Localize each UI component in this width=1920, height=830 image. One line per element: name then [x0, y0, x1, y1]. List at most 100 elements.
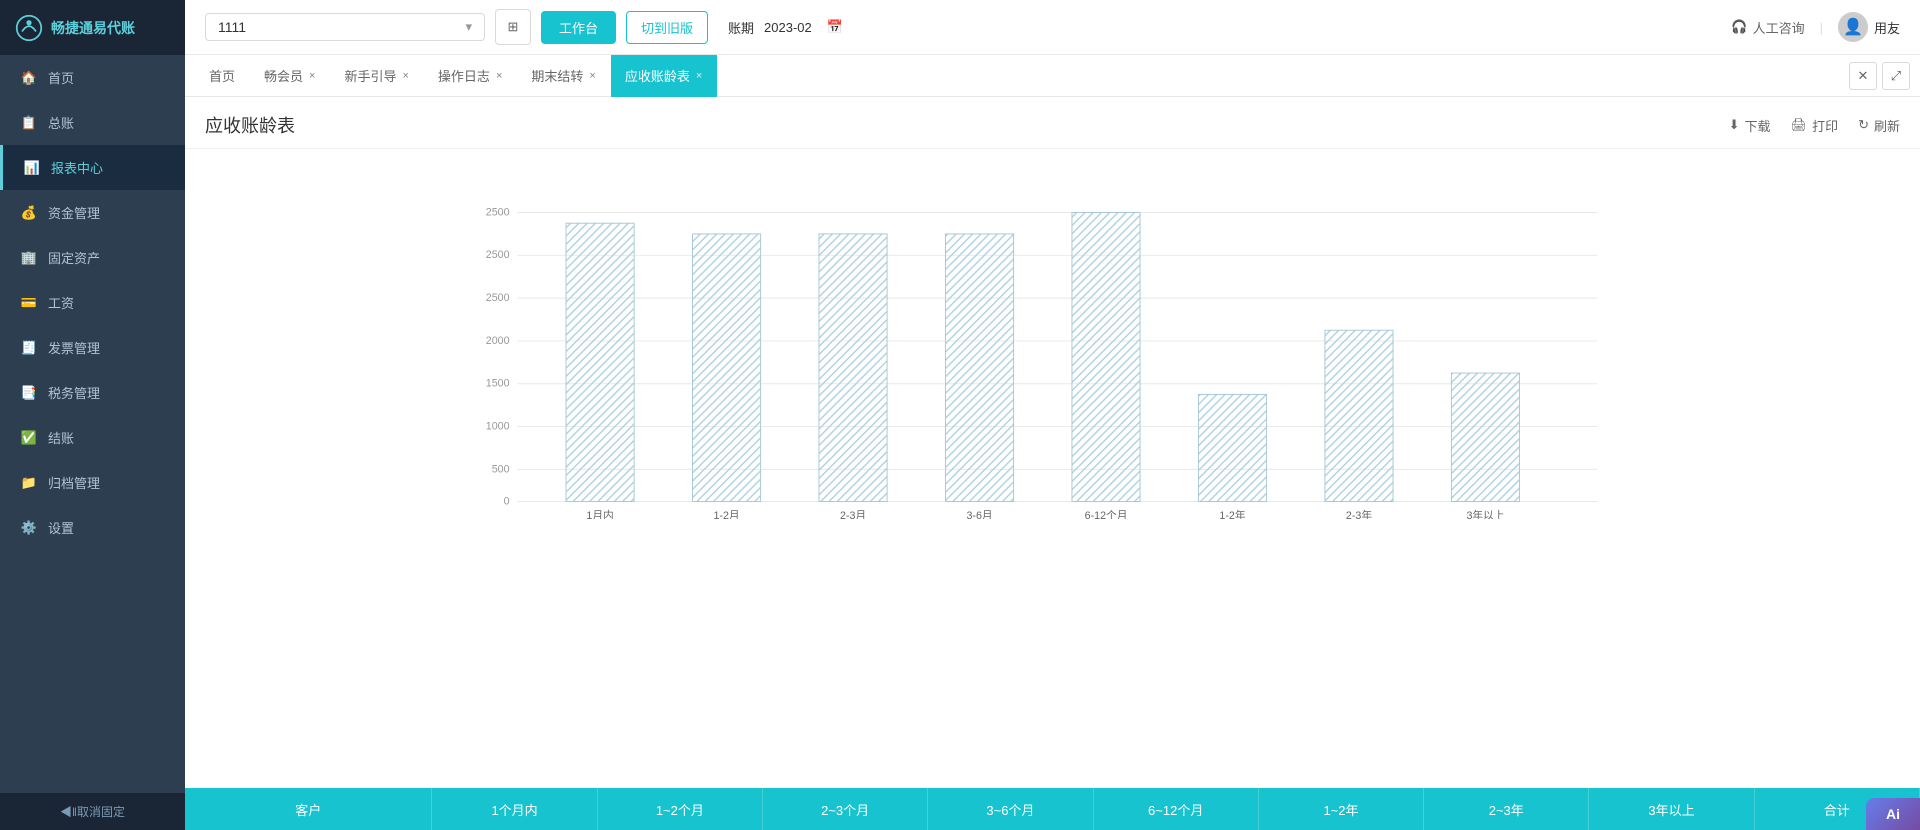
tab-close-oplog[interactable]: × — [496, 70, 502, 82]
tabs-bar: 首页畅会员×新手引导×操作日志×期末结转×应收账龄表× ✕ ⤢ — [185, 55, 1920, 97]
bar-3年以上 — [1451, 373, 1519, 501]
svg-text:1-2年: 1-2年 — [1219, 509, 1245, 519]
aging-chart: 2500 2500 2500 2000 1500 1000 500 0 — [205, 159, 1900, 519]
sidebar-icon-funds: 💰 — [20, 204, 38, 222]
tab-close-closing[interactable]: × — [589, 70, 595, 82]
tab-closing[interactable]: 期末结转 × — [517, 55, 610, 97]
table-header-1个月内: 1个月内 — [432, 788, 597, 830]
svg-text:1000: 1000 — [486, 420, 510, 432]
svg-text:2-3月: 2-3月 — [840, 510, 866, 519]
calendar-icon[interactable]: 📅 — [827, 19, 843, 35]
svg-text:2-3年: 2-3年 — [1346, 509, 1372, 519]
download-button[interactable]: ⬇ 下载 — [1729, 116, 1771, 135]
sidebar-label-settings: 设置 — [48, 518, 74, 537]
sidebar-icon-reports: 📊 — [23, 159, 41, 177]
logo-icon — [15, 14, 43, 42]
bar-1-2年 — [1198, 394, 1266, 501]
svg-text:2000: 2000 — [486, 335, 510, 347]
sidebar-icon-closing: ✅ — [20, 429, 38, 447]
workbench-button[interactable]: 工作台 — [541, 11, 616, 44]
sidebar-item-archive[interactable]: 📁 归档管理 — [0, 460, 185, 505]
svg-text:3年以上: 3年以上 — [1466, 509, 1504, 519]
sidebar-logo: 畅捷通易代账 — [0, 0, 185, 55]
tab-home[interactable]: 首页 — [195, 55, 250, 97]
content-area: 应收账龄表 ⬇ 下载 🖨 打印 ↻ 刷新 — [185, 97, 1920, 830]
tab-label-member: 畅会员 — [264, 66, 303, 85]
sidebar: 畅捷通易代账 🏠 首页 📋 总账 📊 报表中心 💰 资金管理 🏢 固定资产 💳 … — [0, 0, 185, 830]
unpin-button[interactable]: ◀‖取消固定 — [0, 793, 185, 830]
tab-oplog[interactable]: 操作日志× — [424, 55, 517, 97]
svg-text:2500: 2500 — [486, 206, 510, 218]
consult-button[interactable]: 🎧 人工咨询 — [1731, 18, 1804, 37]
switch-version-button[interactable]: 切到旧版 — [626, 11, 708, 44]
tab-close-aging[interactable]: × — [696, 70, 702, 82]
bar-1月内 — [566, 223, 634, 501]
table-header-6~12个月: 6~12个月 — [1094, 788, 1259, 830]
divider: | — [1820, 20, 1823, 35]
table-header-2~3个月: 2~3个月 — [763, 788, 928, 830]
download-icon: ⬇ — [1729, 117, 1740, 133]
header-actions: ⬇ 下载 🖨 打印 ↻ 刷新 — [1729, 116, 1900, 135]
ai-badge[interactable]: Ai — [1866, 798, 1920, 830]
content-header: 应收账龄表 ⬇ 下载 🖨 打印 ↻ 刷新 — [185, 97, 1920, 149]
svg-text:1-2月: 1-2月 — [713, 510, 739, 519]
svg-text:6-12个月: 6-12个月 — [1085, 510, 1128, 519]
svg-text:2500: 2500 — [486, 249, 510, 261]
main-content: 1111 ▾ ⊞ 工作台 切到旧版 账期 2023-02 📅 🎧 人工咨询 | … — [185, 0, 1920, 830]
user-button[interactable]: 👤 用友 — [1838, 12, 1900, 42]
bar-6-12个月 — [1072, 213, 1140, 502]
sidebar-label-invoice: 发票管理 — [48, 338, 100, 357]
headset-icon: 🎧 — [1731, 19, 1747, 35]
sidebar-label-assets: 固定资产 — [48, 248, 100, 267]
sidebar-item-salary[interactable]: 💳 工资 — [0, 280, 185, 325]
table-header-bar: 客户1个月内1~2个月2~3个月3~6个月6~12个月1~2年2~3年3年以上合… — [185, 788, 1920, 830]
table-header-3年以上: 3年以上 — [1589, 788, 1754, 830]
logo-text: 畅捷通易代账 — [51, 18, 135, 38]
tab-label-closing: 期末结转 — [531, 66, 583, 85]
archive-button[interactable]: ⊞ — [495, 9, 531, 45]
refresh-button[interactable]: ↻ 刷新 — [1858, 116, 1900, 135]
tabs-actions: ✕ ⤢ — [1849, 62, 1910, 90]
tab-close-member[interactable]: × — [309, 70, 315, 82]
sidebar-item-ledger[interactable]: 📋 总账 — [0, 100, 185, 145]
page-title: 应收账龄表 — [205, 112, 295, 138]
sidebar-item-assets[interactable]: 🏢 固定资产 — [0, 235, 185, 280]
sidebar-icon-assets: 🏢 — [20, 249, 38, 267]
sidebar-icon-salary: 💳 — [20, 294, 38, 312]
sidebar-icon-settings: ⚙️ — [20, 519, 38, 537]
sidebar-label-ledger: 总账 — [48, 113, 74, 132]
sidebar-icon-tax: 📑 — [20, 384, 38, 402]
close-icon: ✕ — [1858, 68, 1869, 84]
fullscreen-button[interactable]: ⤢ — [1882, 62, 1910, 90]
sidebar-item-reports[interactable]: 📊 报表中心 — [0, 145, 185, 190]
sidebar-item-tax[interactable]: 📑 税务管理 — [0, 370, 185, 415]
svg-text:1500: 1500 — [486, 378, 510, 390]
bar-2-3月 — [819, 234, 887, 502]
table-header-2~3年: 2~3年 — [1424, 788, 1589, 830]
topbar: 1111 ▾ ⊞ 工作台 切到旧版 账期 2023-02 📅 🎧 人工咨询 | … — [185, 0, 1920, 55]
sidebar-item-home[interactable]: 🏠 首页 — [0, 55, 185, 100]
sidebar-item-settings[interactable]: ⚙️ 设置 — [0, 505, 185, 550]
sidebar-icon-ledger: 📋 — [20, 114, 38, 132]
sidebar-label-closing: 结账 — [48, 428, 74, 447]
print-button[interactable]: 🖨 打印 — [1791, 116, 1839, 135]
topbar-right: 🎧 人工咨询 | 👤 用友 — [1731, 12, 1900, 42]
close-all-tabs-button[interactable]: ✕ — [1849, 62, 1877, 90]
tab-guide[interactable]: 新手引导× — [330, 55, 423, 97]
table-header-3~6个月: 3~6个月 — [928, 788, 1093, 830]
tab-member[interactable]: 畅会员 × — [250, 55, 330, 97]
sidebar-label-funds: 资金管理 — [48, 203, 100, 222]
svg-text:3-6月: 3-6月 — [966, 510, 992, 519]
tab-aging[interactable]: 应收账龄表× — [611, 55, 717, 97]
sidebar-item-invoice[interactable]: 🧾 发票管理 — [0, 325, 185, 370]
svg-text:0: 0 — [504, 495, 510, 507]
company-select[interactable]: 1111 ▾ — [205, 13, 485, 41]
tab-close-guide[interactable]: × — [402, 70, 408, 82]
sidebar-label-tax: 税务管理 — [48, 383, 100, 402]
sidebar-label-reports: 报表中心 — [51, 158, 103, 177]
sidebar-icon-home: 🏠 — [20, 69, 38, 87]
sidebar-icon-invoice: 🧾 — [20, 339, 38, 357]
sidebar-item-closing[interactable]: ✅ 结账 — [0, 415, 185, 460]
sidebar-item-funds[interactable]: 💰 资金管理 — [0, 190, 185, 235]
sidebar-label-archive: 归档管理 — [48, 473, 100, 492]
